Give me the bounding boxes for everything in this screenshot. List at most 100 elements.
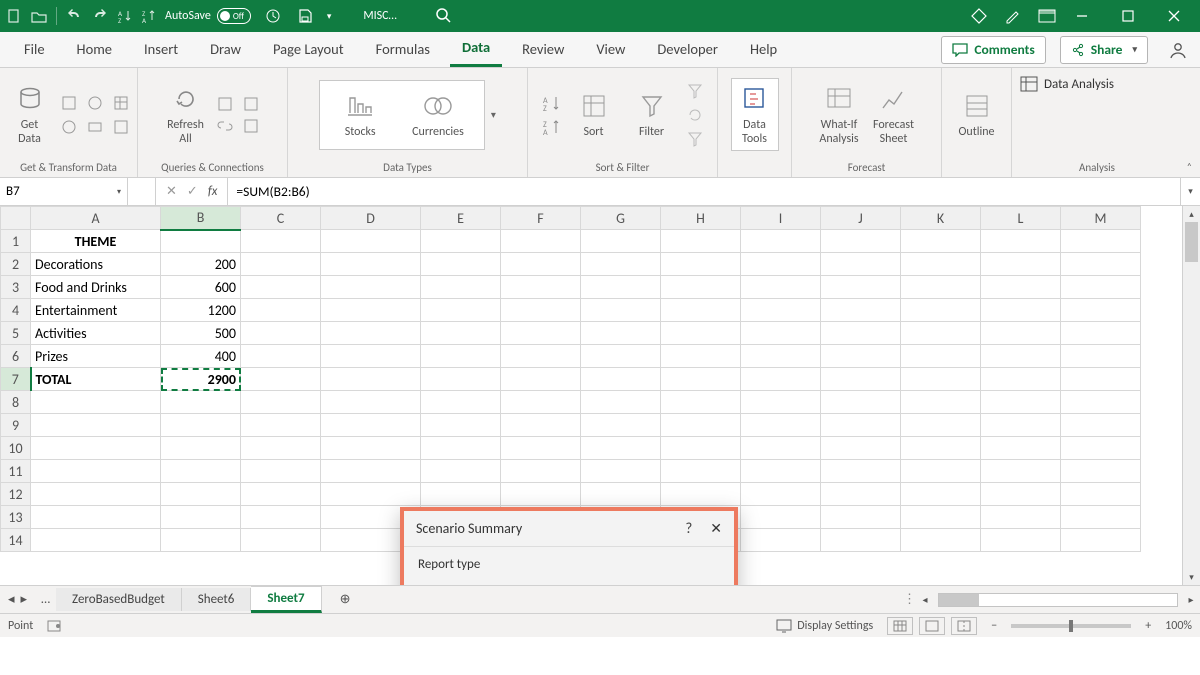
save-icon[interactable]: [297, 8, 313, 24]
from-web-icon[interactable]: [86, 94, 104, 112]
row-header-12[interactable]: 12: [1, 483, 31, 506]
cell[interactable]: [981, 391, 1061, 414]
cell[interactable]: [31, 414, 161, 437]
tab-nav-next-icon[interactable]: ▸: [21, 592, 28, 607]
cell[interactable]: [981, 299, 1061, 322]
cell[interactable]: [1061, 391, 1141, 414]
sheet-tab-sheet6[interactable]: Sheet6: [182, 588, 252, 611]
cell[interactable]: THEME: [31, 230, 161, 253]
queries-icon[interactable]: [216, 95, 234, 113]
cell[interactable]: [501, 368, 581, 391]
zoom-slider[interactable]: [1011, 624, 1131, 628]
cell[interactable]: [241, 230, 321, 253]
cell[interactable]: 200: [161, 253, 241, 276]
row-header-1[interactable]: 1: [1, 230, 31, 253]
sheet-tab-sheet7[interactable]: Sheet7: [251, 586, 321, 613]
autosave-toggle[interactable]: AutoSave Off: [165, 8, 251, 24]
cell[interactable]: Food and Drinks: [31, 276, 161, 299]
cell[interactable]: [581, 391, 661, 414]
zoom-level[interactable]: 100%: [1165, 619, 1192, 633]
macro-record-icon[interactable]: [47, 619, 63, 633]
data-types-gallery[interactable]: Stocks Currencies: [319, 80, 485, 150]
refresh-all-button[interactable]: Refresh All: [162, 83, 210, 146]
cell[interactable]: Entertainment: [31, 299, 161, 322]
cell[interactable]: [821, 506, 901, 529]
user-icon[interactable]: [1168, 40, 1188, 60]
cell[interactable]: [741, 483, 821, 506]
cell[interactable]: [741, 414, 821, 437]
cell[interactable]: [741, 368, 821, 391]
cell[interactable]: [821, 276, 901, 299]
cell[interactable]: [661, 483, 741, 506]
cell[interactable]: [741, 253, 821, 276]
expand-formula-bar-icon[interactable]: ▾: [1180, 178, 1200, 205]
cell[interactable]: [1061, 414, 1141, 437]
cell[interactable]: [821, 299, 901, 322]
share-button[interactable]: Share ▾: [1060, 36, 1148, 64]
cell[interactable]: [581, 253, 661, 276]
properties-icon[interactable]: [242, 95, 260, 113]
cell[interactable]: 2900: [161, 368, 241, 391]
close-button[interactable]: [1154, 2, 1194, 30]
vertical-scrollbar[interactable]: ▴ ▾: [1182, 206, 1200, 585]
cell[interactable]: [501, 391, 581, 414]
cell[interactable]: [31, 391, 161, 414]
cell[interactable]: [161, 460, 241, 483]
cell[interactable]: [421, 437, 501, 460]
tab-data[interactable]: Data: [450, 32, 502, 67]
cell[interactable]: [821, 483, 901, 506]
forecast-sheet-button[interactable]: Forecast Sheet: [869, 83, 918, 146]
cell[interactable]: [321, 322, 421, 345]
cancel-formula-icon[interactable]: ✕: [166, 184, 177, 199]
cell[interactable]: [821, 460, 901, 483]
cell[interactable]: [741, 345, 821, 368]
dialog-help-icon[interactable]: ?: [685, 520, 692, 538]
cell[interactable]: [821, 322, 901, 345]
redo-icon[interactable]: [91, 8, 109, 24]
sort-asc-icon[interactable]: AZ: [117, 8, 133, 24]
cell[interactable]: [901, 391, 981, 414]
row-header-9[interactable]: 9: [1, 414, 31, 437]
cell[interactable]: [421, 460, 501, 483]
cell[interactable]: [1061, 529, 1141, 552]
cell[interactable]: [981, 322, 1061, 345]
cell[interactable]: [421, 414, 501, 437]
cell[interactable]: [501, 299, 581, 322]
cell[interactable]: [31, 437, 161, 460]
cell[interactable]: [901, 253, 981, 276]
cell[interactable]: [1061, 506, 1141, 529]
cell[interactable]: [321, 368, 421, 391]
cell[interactable]: [501, 414, 581, 437]
tab-home[interactable]: Home: [65, 34, 124, 66]
tab-nav-prev-icon[interactable]: ◂: [8, 592, 15, 607]
cell[interactable]: [901, 230, 981, 253]
cell[interactable]: Decorations: [31, 253, 161, 276]
dialog-close-icon[interactable]: ✕: [710, 520, 722, 537]
cell[interactable]: [161, 391, 241, 414]
cell[interactable]: [901, 322, 981, 345]
row-header-5[interactable]: 5: [1, 322, 31, 345]
col-header-E[interactable]: E: [421, 207, 501, 230]
cell[interactable]: [741, 506, 821, 529]
cell[interactable]: [1061, 276, 1141, 299]
cell[interactable]: [321, 299, 421, 322]
data-types-more-icon[interactable]: ▾: [491, 108, 496, 121]
cell[interactable]: [1061, 253, 1141, 276]
accept-formula-icon[interactable]: ✓: [187, 184, 198, 199]
row-header-7[interactable]: 7: [1, 368, 31, 391]
cell[interactable]: [241, 483, 321, 506]
cell[interactable]: [741, 230, 821, 253]
cell[interactable]: [821, 253, 901, 276]
cell[interactable]: [661, 276, 741, 299]
cell[interactable]: [421, 253, 501, 276]
spreadsheet-grid[interactable]: ABCDEFGHIJKLM1THEME2Decorations2003Food …: [0, 206, 1141, 552]
cell[interactable]: [581, 230, 661, 253]
cell[interactable]: [981, 460, 1061, 483]
cell[interactable]: [321, 437, 421, 460]
cell[interactable]: [241, 506, 321, 529]
sort-desc-icon[interactable]: ZA: [141, 8, 157, 24]
cell[interactable]: [241, 391, 321, 414]
new-file-icon[interactable]: [6, 8, 22, 24]
tab-split-handle[interactable]: ⋮: [903, 592, 916, 607]
maximize-button[interactable]: [1108, 2, 1148, 30]
